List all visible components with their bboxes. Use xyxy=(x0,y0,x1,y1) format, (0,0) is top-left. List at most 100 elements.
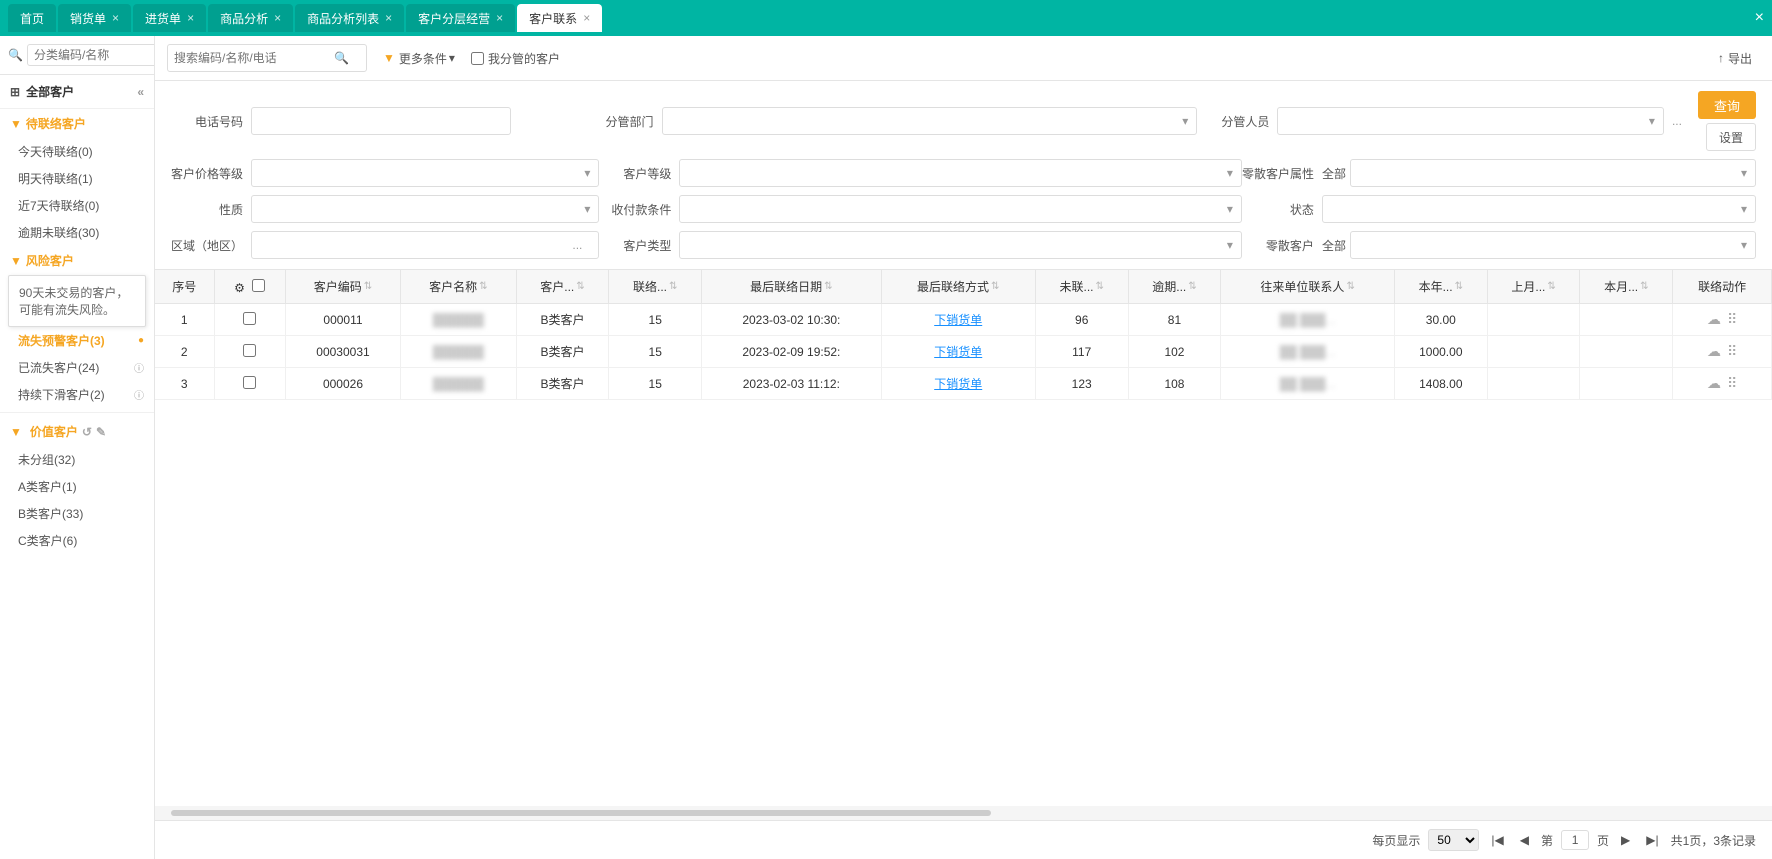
export-btn[interactable]: ↑ 导出 xyxy=(1710,44,1760,72)
cell-last-contact-method[interactable]: 下销货单 xyxy=(881,336,1035,368)
contact-icon[interactable]: ☁ xyxy=(1707,375,1721,392)
tab-product-analysis-close[interactable]: × xyxy=(274,11,281,25)
col-last-contact-date[interactable]: 最后联络日期 ⇅ xyxy=(702,270,882,304)
filter-input-phone[interactable] xyxy=(251,107,511,135)
col-this-year[interactable]: 本年... ⇅ xyxy=(1394,270,1487,304)
col-type[interactable]: 客户... ⇅ xyxy=(516,270,609,304)
query-button[interactable]: 查询 xyxy=(1698,91,1756,119)
col-last-contact-method[interactable]: 最后联络方式 ⇅ xyxy=(881,270,1035,304)
first-page-btn[interactable]: |◀ xyxy=(1487,833,1507,847)
row-checkbox-0[interactable] xyxy=(243,312,256,325)
cell-last-month xyxy=(1487,304,1580,336)
sidebar-item-today-pending[interactable]: 今天待联络(0) xyxy=(0,138,154,165)
filter-select-retail[interactable]: ▾ xyxy=(1350,231,1756,259)
col-name[interactable]: 客户名称 ⇅ xyxy=(401,270,516,304)
prev-page-btn[interactable]: ◀ xyxy=(1516,833,1533,847)
filter-select-retail-attr[interactable]: ▾ xyxy=(1350,159,1756,187)
tab-home[interactable]: 首页 xyxy=(8,4,56,32)
cell-contact-person: ██ ███... xyxy=(1221,304,1395,336)
col-overdue[interactable]: 逾期... ⇅ xyxy=(1128,270,1221,304)
contact-icon[interactable]: ☁ xyxy=(1707,311,1721,328)
contact-method-link[interactable]: 下销货单 xyxy=(934,345,982,359)
col-not-contacted[interactable]: 未联... ⇅ xyxy=(1035,270,1128,304)
cell-overdue: 108 xyxy=(1128,368,1221,400)
sidebar-search-input[interactable] xyxy=(27,44,155,66)
col-contact-person[interactable]: 往来单位联系人 ⇅ xyxy=(1221,270,1395,304)
more-icon[interactable]: ⠿ xyxy=(1727,375,1737,392)
search-icon[interactable]: 🔍 xyxy=(334,51,349,65)
cell-checkbox[interactable] xyxy=(214,368,285,400)
filter-select-region[interactable]: ... xyxy=(251,231,599,259)
cell-last-contact-method[interactable]: 下销货单 xyxy=(881,368,1035,400)
sidebar-item-tomorrow-pending[interactable]: 明天待联络(1) xyxy=(0,165,154,192)
col-last-month[interactable]: 上月... ⇅ xyxy=(1487,270,1580,304)
contact-icon[interactable]: ☁ xyxy=(1707,343,1721,360)
sidebar-item-churned[interactable]: 已流失客户(24) ⓘ xyxy=(0,354,154,381)
setting-button[interactable]: 设置 xyxy=(1706,123,1756,151)
tab-product-analysis-list-close[interactable]: × xyxy=(385,11,392,25)
window-close-icon[interactable]: × xyxy=(1755,9,1764,27)
sidebar-group-pending[interactable]: ▼ 待联络客户 xyxy=(0,109,154,138)
cell-last-contact-method[interactable]: 下销货单 xyxy=(881,304,1035,336)
cell-contact: 15 xyxy=(609,304,702,336)
col-code[interactable]: 客户编码 ⇅ xyxy=(285,270,400,304)
sidebar-item-class-b[interactable]: B类客户(33) xyxy=(0,500,154,527)
sidebar-item-churn-warning[interactable]: 流失预警客户(3) ● xyxy=(0,327,154,354)
next-page-btn[interactable]: ▶ xyxy=(1617,833,1634,847)
tab-purchase-order[interactable]: 进货单 × xyxy=(133,4,206,32)
tab-customer-segmentation[interactable]: 客户分层经营 × xyxy=(406,4,515,32)
filter-select-nature[interactable]: ▾ xyxy=(251,195,599,223)
sidebar-collapse-btn[interactable]: « xyxy=(137,85,144,99)
filter-select-payment[interactable]: ▾ xyxy=(679,195,1242,223)
edit-icon[interactable]: ✎ xyxy=(96,425,106,439)
tab-customer-segmentation-close[interactable]: × xyxy=(496,11,503,25)
search-input[interactable] xyxy=(174,51,334,65)
tab-sales-order-close[interactable]: × xyxy=(112,11,119,25)
cell-checkbox[interactable] xyxy=(214,304,285,336)
sidebar-item-class-c[interactable]: C类客户(6) xyxy=(0,527,154,554)
tab-customer-contact-close[interactable]: × xyxy=(583,11,590,25)
more-icon[interactable]: ⠿ xyxy=(1727,343,1737,360)
filter-select-status[interactable]: ▾ xyxy=(1322,195,1756,223)
per-page-select[interactable]: 50 100 200 xyxy=(1428,829,1479,851)
my-customers-checkbox[interactable] xyxy=(471,52,484,65)
contact-method-link[interactable]: 下销货单 xyxy=(934,313,982,327)
refresh-icon[interactable]: ↺ xyxy=(82,425,92,439)
more-icon[interactable]: ⠿ xyxy=(1727,311,1737,328)
contact-method-link[interactable]: 下销货单 xyxy=(934,377,982,391)
cell-seq: 2 xyxy=(155,336,214,368)
sidebar-group-value[interactable]: ▼ 价值客户 ↺ ✎ xyxy=(0,417,154,446)
filter-select-price-level[interactable]: ▾ xyxy=(251,159,599,187)
sidebar-item-overdue-pending[interactable]: 逾期未联络(30) xyxy=(0,219,154,246)
col-contact[interactable]: 联络... ⇅ xyxy=(609,270,702,304)
more-filter-btn[interactable]: ▼ 更多条件 ▾ xyxy=(375,44,463,72)
row-checkbox-1[interactable] xyxy=(243,344,256,357)
sidebar-item-class-a[interactable]: A类客户(1) xyxy=(0,473,154,500)
horizontal-scrollbar[interactable] xyxy=(155,806,1772,820)
gear-icon[interactable]: ⚙ xyxy=(234,281,245,295)
tab-customer-contact[interactable]: 客户联系 × xyxy=(517,4,602,32)
tab-sales-order[interactable]: 销货单 × xyxy=(58,4,131,32)
my-customers-checkbox-wrap[interactable]: 我分管的客户 xyxy=(471,50,560,67)
filter-select-customer-level[interactable]: ▾ xyxy=(679,159,1242,187)
cell-checkbox[interactable] xyxy=(214,336,285,368)
sidebar-item-7day-pending[interactable]: 近7天待联络(0) xyxy=(0,192,154,219)
select-all-checkbox[interactable] xyxy=(252,279,265,292)
col-this-month[interactable]: 本月... ⇅ xyxy=(1580,270,1673,304)
filter-more-person[interactable]: ... xyxy=(1664,114,1690,128)
col-checkbox[interactable]: ⚙ xyxy=(214,270,285,304)
sidebar-group-risk[interactable]: ▼ 风险客户 xyxy=(0,246,154,275)
tab-product-analysis[interactable]: 商品分析 × xyxy=(208,4,293,32)
row-checkbox-2[interactable] xyxy=(243,376,256,389)
filter-select-customer-type[interactable]: ▾ xyxy=(679,231,1242,259)
filter-select-dept[interactable]: ▾ xyxy=(662,107,1198,135)
sidebar-item-declining[interactable]: 持续下滑客户(2) ⓘ xyxy=(0,381,154,408)
tab-purchase-order-close[interactable]: × xyxy=(187,11,194,25)
filter-select-person[interactable]: ▾ xyxy=(1277,107,1664,135)
tab-product-analysis-list[interactable]: 商品分析列表 × xyxy=(295,4,404,32)
filter-more-region[interactable]: ... xyxy=(564,238,590,252)
sidebar-item-ungrouped[interactable]: 未分组(32) xyxy=(0,446,154,473)
cell-type: B类客户 xyxy=(516,368,609,400)
last-page-btn[interactable]: ▶| xyxy=(1642,833,1662,847)
table-row: 3 000026 ██████ B类客户 15 2023-02-03 11:12… xyxy=(155,368,1772,400)
